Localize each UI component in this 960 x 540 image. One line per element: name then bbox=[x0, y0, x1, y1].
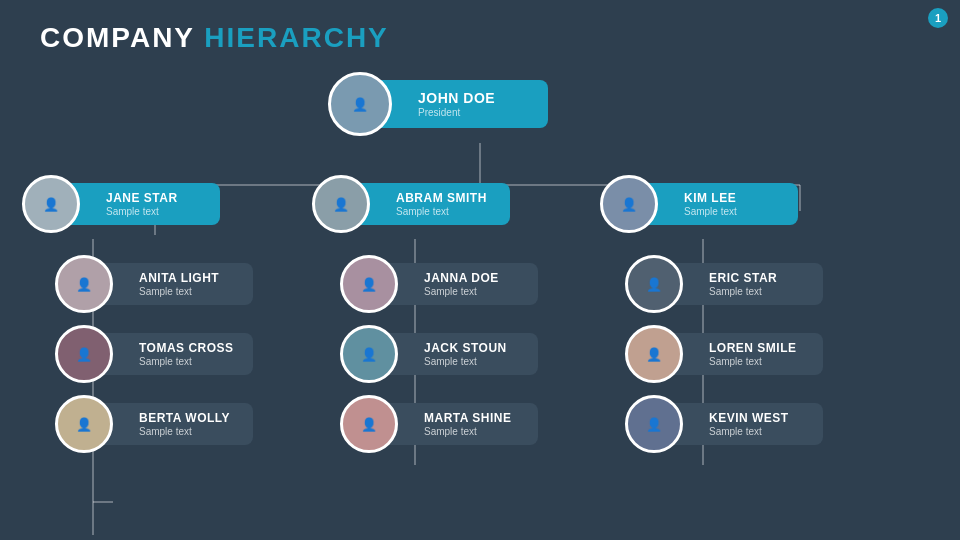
card-body-eric-star: ERIC STAR Sample text bbox=[663, 263, 823, 305]
card-subtitle-abram-smith: Sample text bbox=[396, 206, 500, 217]
avatar-kim-lee: 👤 bbox=[600, 175, 658, 233]
card-abram-smith: 👤 ABRAM SMITH Sample text bbox=[332, 183, 510, 225]
card-body-anita-light: ANITA LIGHT Sample text bbox=[93, 263, 253, 305]
card-subtitle-jane-star: Sample text bbox=[106, 206, 210, 217]
card-body-abram-smith: ABRAM SMITH Sample text bbox=[350, 183, 510, 225]
card-subtitle-janna-doe: Sample text bbox=[424, 286, 528, 297]
avatar-eric-star: 👤 bbox=[625, 255, 683, 313]
card-kevin-west: 👤 KEVIN WEST Sample text bbox=[645, 403, 823, 445]
avatar-anita-light: 👤 bbox=[55, 255, 113, 313]
card-body-jack-stoun: JACK STOUN Sample text bbox=[378, 333, 538, 375]
card-janna-doe: 👤 JANNA DOE Sample text bbox=[360, 263, 538, 305]
tree-lines bbox=[0, 75, 960, 540]
card-tomas-cross: 👤 TOMAS CROSS Sample text bbox=[75, 333, 253, 375]
card-body-loren-smile: LOREN SMILE Sample text bbox=[663, 333, 823, 375]
card-body-marta-shine: MARTA SHINE Sample text bbox=[378, 403, 538, 445]
avatar-kevin-west: 👤 bbox=[625, 395, 683, 453]
page-number: 1 bbox=[928, 8, 948, 28]
card-name-berta-wolly: BERTA WOLLY bbox=[139, 411, 243, 425]
card-subtitle-berta-wolly: Sample text bbox=[139, 426, 243, 437]
card-name-jack-stoun: JACK STOUN bbox=[424, 341, 528, 355]
card-subtitle-anita-light: Sample text bbox=[139, 286, 243, 297]
card-body-john-doe: JOHN DOE President bbox=[368, 80, 548, 128]
card-body-tomas-cross: TOMAS CROSS Sample text bbox=[93, 333, 253, 375]
card-name-jane-star: JANE STAR bbox=[106, 191, 210, 205]
card-jack-stoun: 👤 JACK STOUN Sample text bbox=[360, 333, 538, 375]
card-name-kim-lee: KIM LEE bbox=[684, 191, 788, 205]
card-name-john-doe: JOHN DOE bbox=[418, 90, 534, 106]
card-name-eric-star: ERIC STAR bbox=[709, 271, 813, 285]
card-loren-smile: 👤 LOREN SMILE Sample text bbox=[645, 333, 823, 375]
page-title: COMPANY HIERARCHY bbox=[40, 22, 389, 54]
org-tree: 👤 JOHN DOE President 👤 JANE STAR Sample … bbox=[0, 75, 960, 540]
avatar-berta-wolly: 👤 bbox=[55, 395, 113, 453]
avatar-tomas-cross: 👤 bbox=[55, 325, 113, 383]
avatar-jane-star: 👤 bbox=[22, 175, 80, 233]
card-subtitle-marta-shine: Sample text bbox=[424, 426, 528, 437]
card-name-abram-smith: ABRAM SMITH bbox=[396, 191, 500, 205]
card-name-loren-smile: LOREN SMILE bbox=[709, 341, 813, 355]
card-body-kevin-west: KEVIN WEST Sample text bbox=[663, 403, 823, 445]
avatar-john-doe: 👤 bbox=[328, 72, 392, 136]
card-body-berta-wolly: BERTA WOLLY Sample text bbox=[93, 403, 253, 445]
card-subtitle-eric-star: Sample text bbox=[709, 286, 813, 297]
card-marta-shine: 👤 MARTA SHINE Sample text bbox=[360, 403, 538, 445]
card-eric-star: 👤 ERIC STAR Sample text bbox=[645, 263, 823, 305]
card-subtitle-kim-lee: Sample text bbox=[684, 206, 788, 217]
title-plain: COMPANY bbox=[40, 22, 195, 53]
avatar-loren-smile: 👤 bbox=[625, 325, 683, 383]
card-name-kevin-west: KEVIN WEST bbox=[709, 411, 813, 425]
card-berta-wolly: 👤 BERTA WOLLY Sample text bbox=[75, 403, 253, 445]
card-name-marta-shine: MARTA SHINE bbox=[424, 411, 528, 425]
card-body-janna-doe: JANNA DOE Sample text bbox=[378, 263, 538, 305]
card-body-kim-lee: KIM LEE Sample text bbox=[638, 183, 798, 225]
card-subtitle-tomas-cross: Sample text bbox=[139, 356, 243, 367]
avatar-janna-doe: 👤 bbox=[340, 255, 398, 313]
avatar-jack-stoun: 👤 bbox=[340, 325, 398, 383]
card-anita-light: 👤 ANITA LIGHT Sample text bbox=[75, 263, 253, 305]
card-subtitle-kevin-west: Sample text bbox=[709, 426, 813, 437]
card-subtitle-loren-smile: Sample text bbox=[709, 356, 813, 367]
avatar-abram-smith: 👤 bbox=[312, 175, 370, 233]
card-name-tomas-cross: TOMAS CROSS bbox=[139, 341, 243, 355]
card-john-doe: 👤 JOHN DOE President bbox=[350, 80, 550, 128]
card-name-anita-light: ANITA LIGHT bbox=[139, 271, 243, 285]
card-subtitle-john-doe: President bbox=[418, 107, 534, 118]
avatar-marta-shine: 👤 bbox=[340, 395, 398, 453]
card-kim-lee: 👤 KIM LEE Sample text bbox=[620, 183, 798, 225]
card-subtitle-jack-stoun: Sample text bbox=[424, 356, 528, 367]
card-body-jane-star: JANE STAR Sample text bbox=[60, 183, 220, 225]
card-jane-star: 👤 JANE STAR Sample text bbox=[42, 183, 220, 225]
card-name-janna-doe: JANNA DOE bbox=[424, 271, 528, 285]
title-accent: HIERARCHY bbox=[204, 22, 388, 53]
